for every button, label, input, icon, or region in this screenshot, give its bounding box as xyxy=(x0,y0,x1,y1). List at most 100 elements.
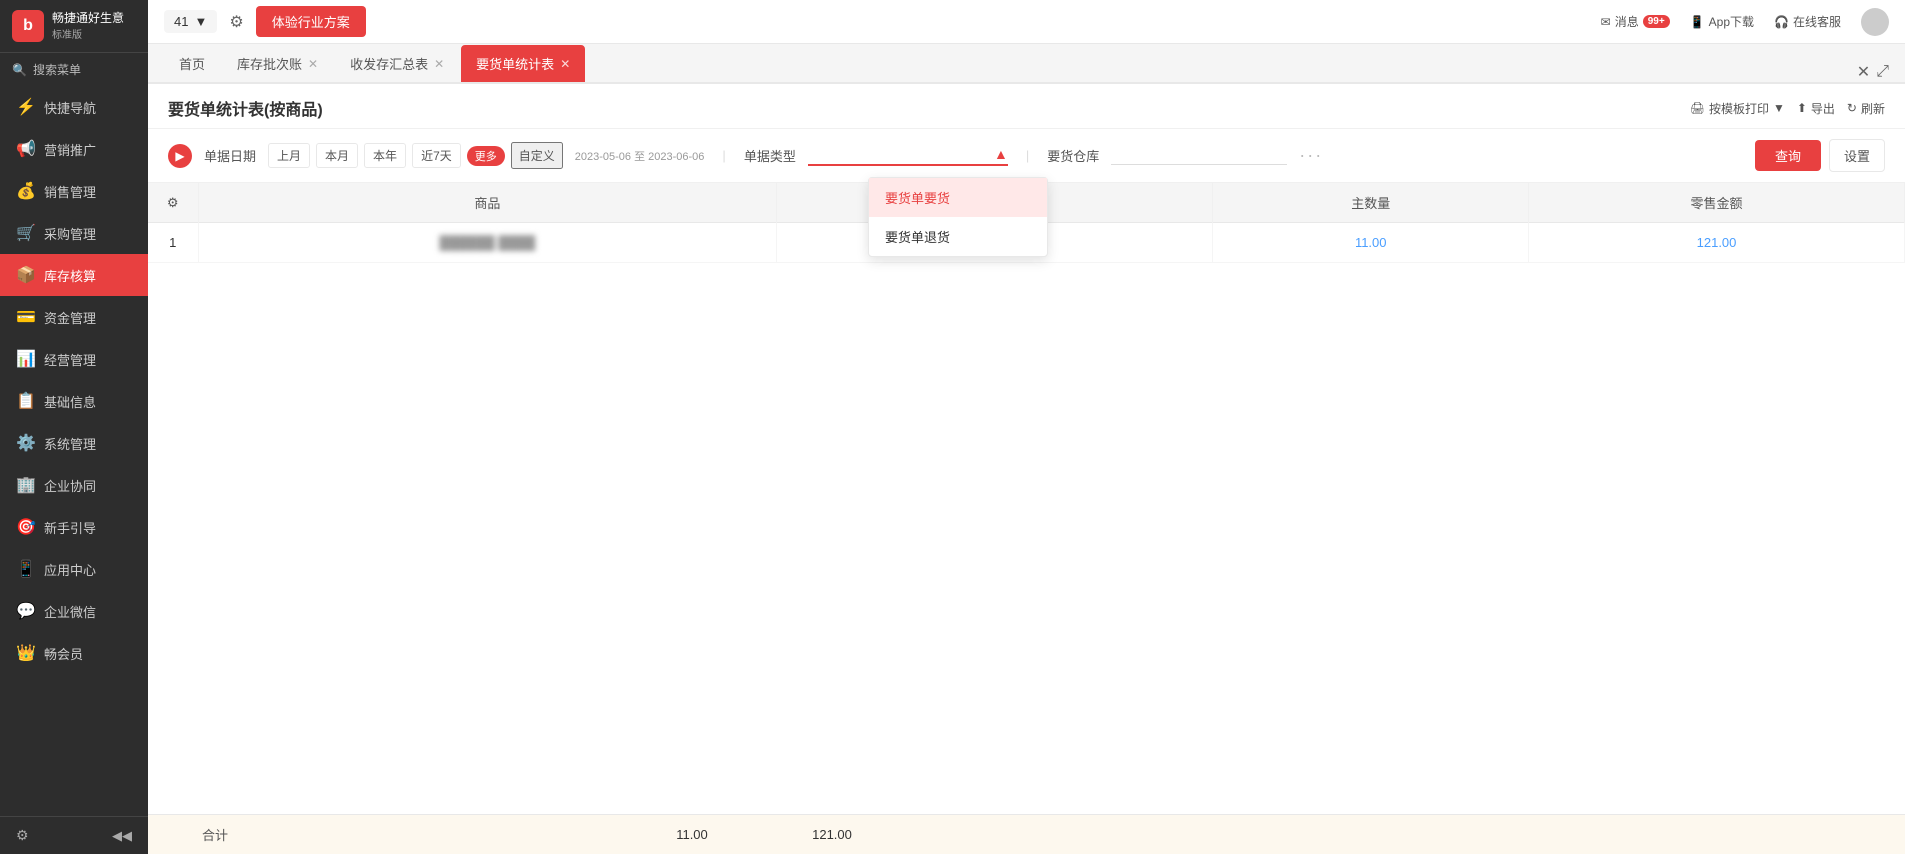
sidebar-search[interactable]: 🔍 搜索菜单 xyxy=(0,53,148,86)
finance-icon: 💳 xyxy=(16,307,36,327)
sidebar-item-sales[interactable]: 💰 销售管理 xyxy=(0,170,148,212)
tab-label: 库存批次账 xyxy=(237,54,302,73)
expand-window-icon[interactable]: ⤢ xyxy=(1876,63,1889,81)
message-badge: 99+ xyxy=(1643,15,1670,28)
date-custom-btn[interactable]: 自定义 xyxy=(511,142,563,169)
row-amount[interactable]: 121.00 xyxy=(1529,223,1905,263)
sidebar-item-basic[interactable]: 📋 基础信息 xyxy=(0,380,148,422)
service-icon: 🎧 xyxy=(1774,15,1789,29)
filter-settings-button[interactable]: 设置 xyxy=(1829,139,1885,172)
header-right: ✉ 消息 99+ 📱 App下载 🎧 在线客服 xyxy=(1601,8,1889,36)
top-header: 41 ▼ ⚙ 体验行业方案 ✉ 消息 99+ 📱 App下载 🎧 在线客服 xyxy=(148,0,1905,44)
basic-icon: 📋 xyxy=(16,391,36,411)
sidebar-bottom: ⚙ ◀◀ xyxy=(0,816,148,854)
sales-icon: 💰 xyxy=(16,181,36,201)
sidebar-item-inventory[interactable]: 📦 库存核算 xyxy=(0,254,148,296)
trial-button[interactable]: 体验行业方案 xyxy=(256,6,366,37)
store-selector[interactable]: 41 ▼ xyxy=(164,10,217,33)
dropdown-item-order-return[interactable]: 要货单退货 xyxy=(869,217,1047,256)
tab-home[interactable]: 首页 xyxy=(164,45,220,82)
date-btn-last-month[interactable]: 上月 xyxy=(268,143,310,168)
type-filter-select[interactable]: ▲ xyxy=(808,146,1008,166)
page-actions: 🖨 按模板打印 ▼ ⬆ 导出 ↻ 刷新 xyxy=(1690,100,1885,117)
table-col-amount: 零售金额 xyxy=(1529,183,1905,223)
sidebar-item-label: 资金管理 xyxy=(44,308,96,327)
sidebar-settings-btn[interactable]: ⚙ xyxy=(16,827,29,844)
print-action[interactable]: 🖨 按模板打印 ▼ xyxy=(1690,100,1785,117)
refresh-icon: ↻ xyxy=(1847,101,1857,115)
store-chevron-icon: ▼ xyxy=(194,14,207,29)
filter-more-options[interactable]: ··· xyxy=(1299,145,1323,166)
user-avatar[interactable] xyxy=(1861,8,1889,36)
header-settings-icon[interactable]: ⚙ xyxy=(229,12,243,32)
sidebar-item-enterprise[interactable]: 🏢 企业协同 xyxy=(0,464,148,506)
tab-label: 首页 xyxy=(179,54,205,73)
type-filter-label: 单据类型 xyxy=(744,146,796,165)
member-icon: 👑 xyxy=(16,643,36,663)
date-btn-this-year[interactable]: 本年 xyxy=(364,143,406,168)
export-action[interactable]: ⬆ 导出 xyxy=(1797,100,1835,117)
warehouse-filter-label: 要货仓库 xyxy=(1047,146,1099,165)
warehouse-select-input[interactable] xyxy=(1111,147,1287,162)
sidebar-item-label: 应用中心 xyxy=(44,560,96,579)
page-header: 要货单统计表(按商品) 🖨 按模板打印 ▼ ⬆ 导出 ↻ 刷新 xyxy=(148,84,1905,129)
filter-expand-button[interactable]: ▶ xyxy=(168,144,192,168)
sidebar-item-guide[interactable]: 🎯 新手引导 xyxy=(0,506,148,548)
refresh-action[interactable]: ↻ 刷新 xyxy=(1847,100,1885,117)
sidebar-item-label: 经营管理 xyxy=(44,350,96,369)
sidebar-item-purchase[interactable]: 🛒 采购管理 xyxy=(0,212,148,254)
tab-close-icon[interactable]: ✕ xyxy=(560,57,570,71)
date-quick-buttons: 上月 本月 本年 近7天 更多 自定义 xyxy=(268,142,563,169)
export-label: 导出 xyxy=(1811,100,1835,117)
header-left: 41 ▼ ⚙ 体验行业方案 xyxy=(164,6,366,37)
app-download-action[interactable]: 📱 App下载 xyxy=(1690,13,1754,30)
sidebar-item-label: 畅会员 xyxy=(44,644,83,663)
row-quantity[interactable]: 11.00 xyxy=(1213,223,1529,263)
tab-close-icon[interactable]: ✕ xyxy=(434,57,444,71)
column-settings-icon[interactable]: ⚙ xyxy=(167,195,179,210)
search-icon: 🔍 xyxy=(12,63,27,77)
message-action[interactable]: ✉ 消息 99+ xyxy=(1601,13,1670,30)
tab-receivable[interactable]: 收发存汇总表 ✕ xyxy=(335,45,459,82)
main-area: 41 ▼ ⚙ 体验行业方案 ✉ 消息 99+ 📱 App下载 🎧 在线客服 xyxy=(148,0,1905,854)
sidebar-logo: b 畅捷通好生意 标准版 xyxy=(0,0,148,53)
guide-icon: 🎯 xyxy=(16,517,36,537)
table-col-quantity: 主数量 xyxy=(1213,183,1529,223)
sidebar-item-operations[interactable]: 📊 经营管理 xyxy=(0,338,148,380)
service-action[interactable]: 🎧 在线客服 xyxy=(1774,13,1841,30)
sidebar-item-label: 销售管理 xyxy=(44,182,96,201)
sidebar-item-wechat[interactable]: 💬 企业微信 xyxy=(0,590,148,632)
date-btn-last-7days[interactable]: 近7天 xyxy=(412,143,461,168)
tab-inventory-batch[interactable]: 库存批次账 ✕ xyxy=(222,45,333,82)
purchase-icon: 🛒 xyxy=(16,223,36,243)
type-select-input[interactable] xyxy=(808,146,988,161)
type-dropdown: 要货单要货 要货单退货 xyxy=(868,177,1048,257)
sidebar: b 畅捷通好生意 标准版 🔍 搜索菜单 ⚡ 快捷导航 📢 营销推广 💰 销售管理… xyxy=(0,0,148,854)
tab-bar: 首页 库存批次账 ✕ 收发存汇总表 ✕ 要货单统计表 ✕ ✕ ⤢ xyxy=(148,44,1905,84)
sidebar-item-finance[interactable]: 💳 资金管理 xyxy=(0,296,148,338)
message-label: 消息 xyxy=(1615,13,1639,30)
dropdown-item-order-purchase[interactable]: 要货单要货 xyxy=(869,178,1047,217)
table-footer: 合计 11.00 121.00 xyxy=(148,814,1905,854)
logo-sub: 标准版 xyxy=(52,26,124,41)
page-content: 要货单统计表(按商品) 🖨 按模板打印 ▼ ⬆ 导出 ↻ 刷新 ▶ xyxy=(148,84,1905,854)
close-window-icon[interactable]: ✕ xyxy=(1857,62,1870,82)
type-select-chevron-icon[interactable]: ▲ xyxy=(994,146,1008,162)
sidebar-item-quick-nav[interactable]: ⚡ 快捷导航 xyxy=(0,86,148,128)
sidebar-item-label: 基础信息 xyxy=(44,392,96,411)
app-label: App下载 xyxy=(1709,13,1754,30)
search-label: 搜索菜单 xyxy=(33,61,81,78)
tab-close-icon[interactable]: ✕ xyxy=(308,57,318,71)
sidebar-item-member[interactable]: 👑 畅会员 xyxy=(0,632,148,674)
date-btn-this-month[interactable]: 本月 xyxy=(316,143,358,168)
sidebar-item-marketing[interactable]: 📢 营销推广 xyxy=(0,128,148,170)
warehouse-filter-select[interactable] xyxy=(1111,147,1287,165)
sidebar-item-system[interactable]: ⚙️ 系统管理 xyxy=(0,422,148,464)
date-more-tag[interactable]: 更多 xyxy=(467,146,505,166)
table-col-settings[interactable]: ⚙ xyxy=(148,183,198,223)
query-button[interactable]: 查询 xyxy=(1755,140,1821,171)
tab-order-stats[interactable]: 要货单统计表 ✕ xyxy=(461,45,585,82)
app-icon: 📱 xyxy=(1690,15,1705,29)
sidebar-collapse-btn[interactable]: ◀◀ xyxy=(112,828,132,844)
sidebar-item-apps[interactable]: 📱 应用中心 xyxy=(0,548,148,590)
